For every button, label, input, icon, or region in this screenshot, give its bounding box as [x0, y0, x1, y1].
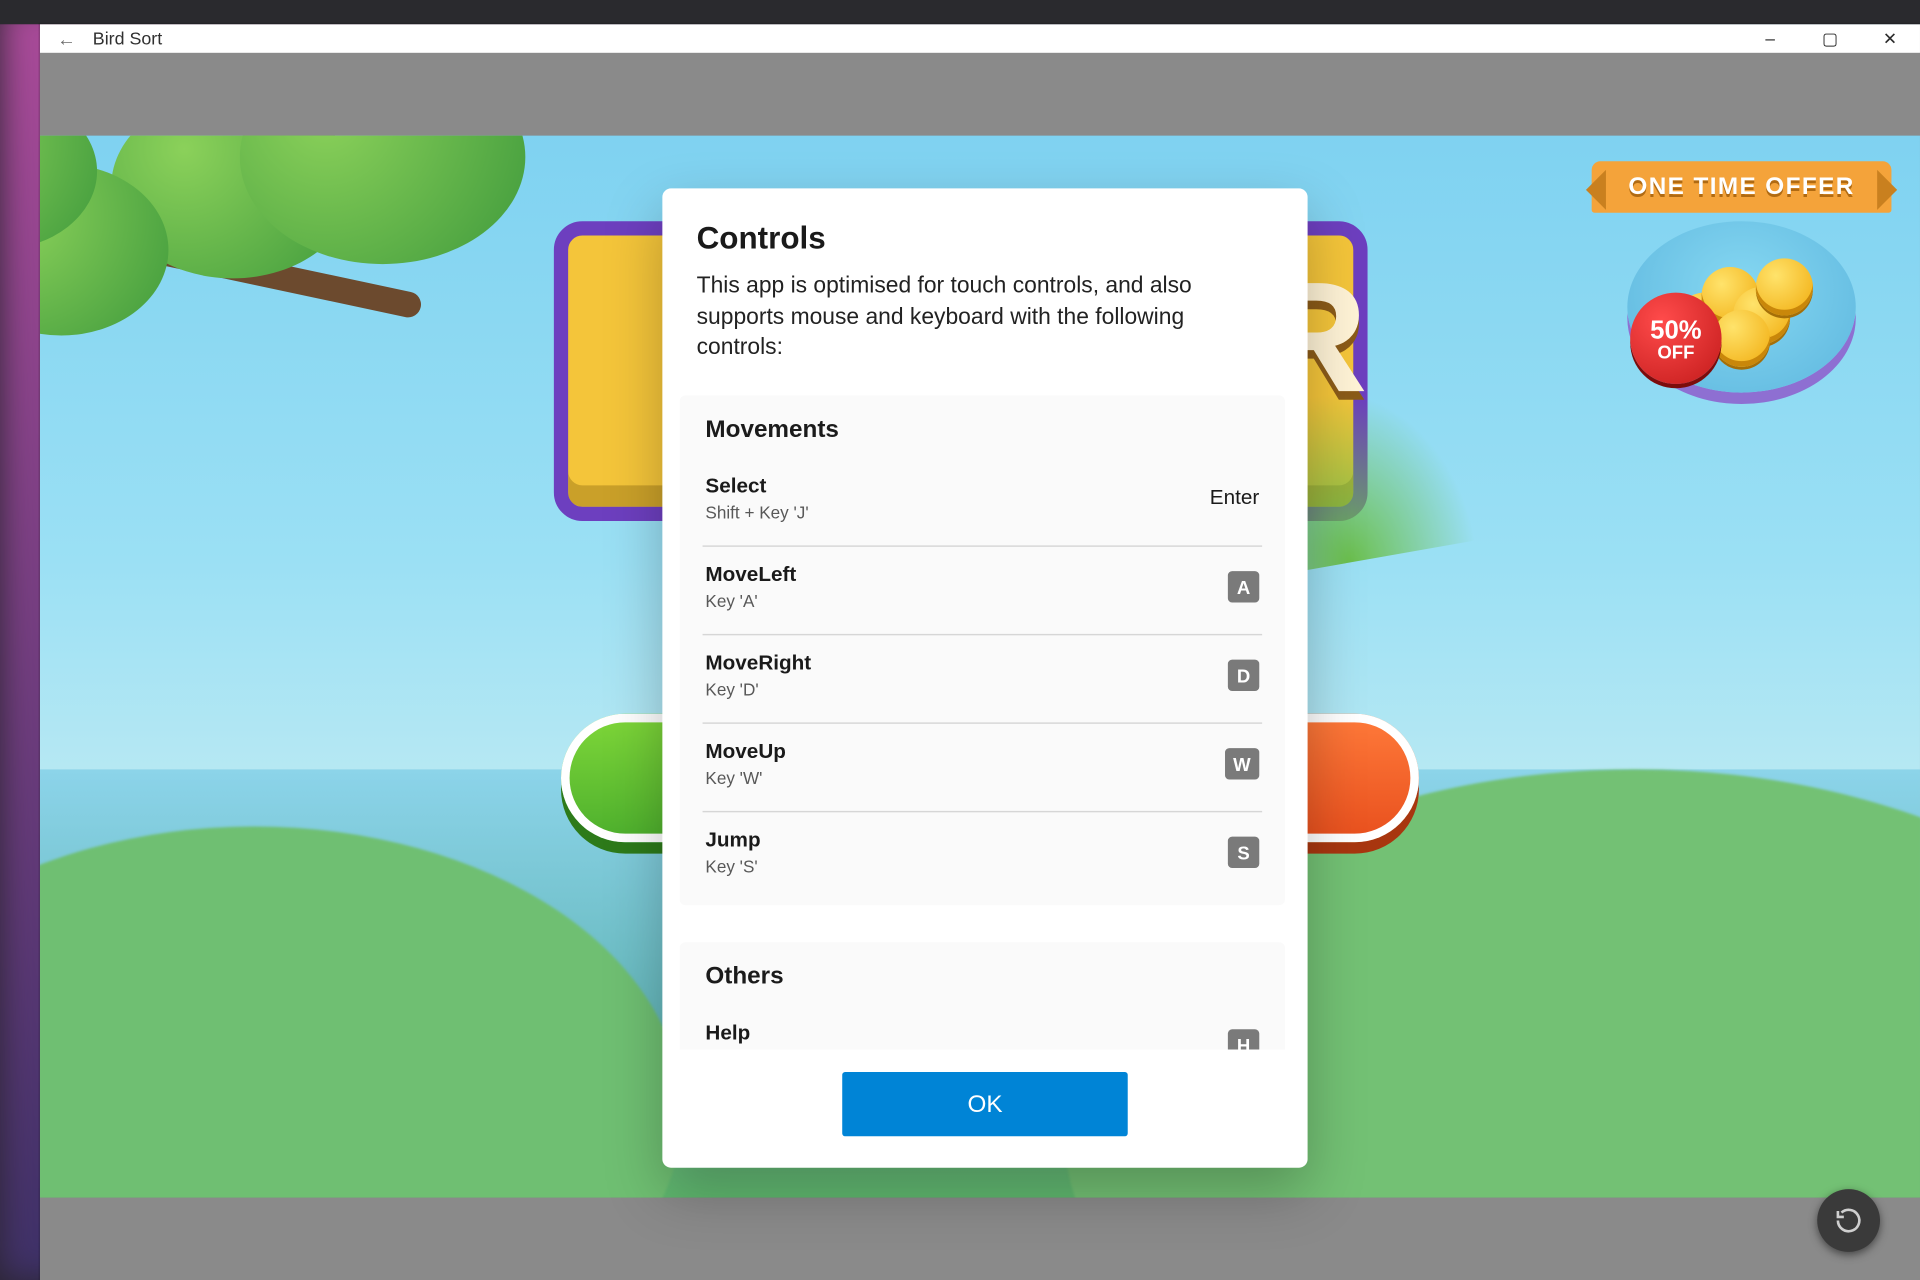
close-button[interactable]: ✕	[1860, 24, 1920, 53]
app-window: ← Bird Sort – ▢ ✕ T R	[40, 24, 1920, 1280]
discount-off: OFF	[1657, 342, 1694, 361]
control-subtitle: Key 'D'	[705, 679, 811, 699]
window-title: Bird Sort	[84, 29, 162, 49]
control-name: Help	[705, 1022, 758, 1045]
control-row: Select Shift + Key 'J' Enter	[702, 458, 1262, 547]
discount-percent: 50%	[1650, 316, 1701, 342]
control-row: Jump Key 'S' S	[702, 812, 1262, 899]
ok-button-label: OK	[967, 1090, 1002, 1119]
controls-scroll[interactable]: Movements Select Shift + Key 'J' Enter MoveL…	[674, 395, 1296, 1049]
keycap: D	[1228, 660, 1259, 691]
keycap: A	[1228, 571, 1259, 602]
letterbox-bottom	[40, 1198, 1920, 1280]
reload-icon	[1834, 1206, 1863, 1235]
letterbox-top	[40, 53, 1920, 136]
controls-group: Movements Select Shift + Key 'J' Enter MoveL…	[679, 395, 1284, 905]
controls-dialog: Controls This app is optimised for touch…	[662, 188, 1307, 1167]
scenery-tree	[40, 136, 554, 450]
keycap: W	[1224, 748, 1259, 779]
keycap: S	[1228, 837, 1259, 868]
control-subtitle: Key 'S'	[705, 856, 760, 876]
desktop-topbar	[0, 0, 1920, 24]
control-name: MoveRight	[705, 652, 811, 675]
key-text: Enter	[1210, 487, 1259, 510]
control-name: MoveUp	[705, 741, 786, 764]
control-row: MoveLeft Key 'A' A	[702, 546, 1262, 635]
control-subtitle: Key 'A'	[705, 591, 796, 611]
group-title: Movements	[702, 415, 1262, 444]
control-subtitle: Shift + Key 'J'	[705, 502, 808, 522]
minimize-button[interactable]: –	[1740, 24, 1800, 53]
back-button[interactable]: ←	[49, 28, 85, 49]
controls-group: Others HelpKey 'H'H	[679, 942, 1284, 1049]
control-row: MoveRight Key 'D' D	[702, 635, 1262, 724]
dialog-title: Controls	[697, 220, 1274, 257]
offer-ribbon: ONE TIME OFFER	[1592, 161, 1892, 212]
control-subtitle: Key 'W'	[705, 768, 786, 788]
offer-art: 50% OFF	[1627, 221, 1855, 392]
control-name: MoveLeft	[705, 564, 796, 587]
group-title: Others	[702, 962, 1262, 991]
control-row: HelpKey 'H'H	[702, 1005, 1262, 1050]
reload-fab[interactable]	[1817, 1189, 1880, 1252]
dialog-lead: This app is optimised for touch controls…	[697, 271, 1274, 363]
discount-badge: 50% OFF	[1630, 293, 1721, 384]
titlebar: ← Bird Sort – ▢ ✕	[40, 24, 1920, 53]
control-row: MoveUp Key 'W' W	[702, 723, 1262, 812]
maximize-button[interactable]: ▢	[1800, 24, 1860, 53]
keycap: H	[1228, 1030, 1259, 1050]
one-time-offer-card[interactable]: ONE TIME OFFER 50% OFF	[1592, 161, 1892, 392]
ok-button[interactable]: OK	[842, 1072, 1128, 1136]
control-name: Jump	[705, 829, 760, 852]
control-name: Select	[705, 475, 808, 498]
